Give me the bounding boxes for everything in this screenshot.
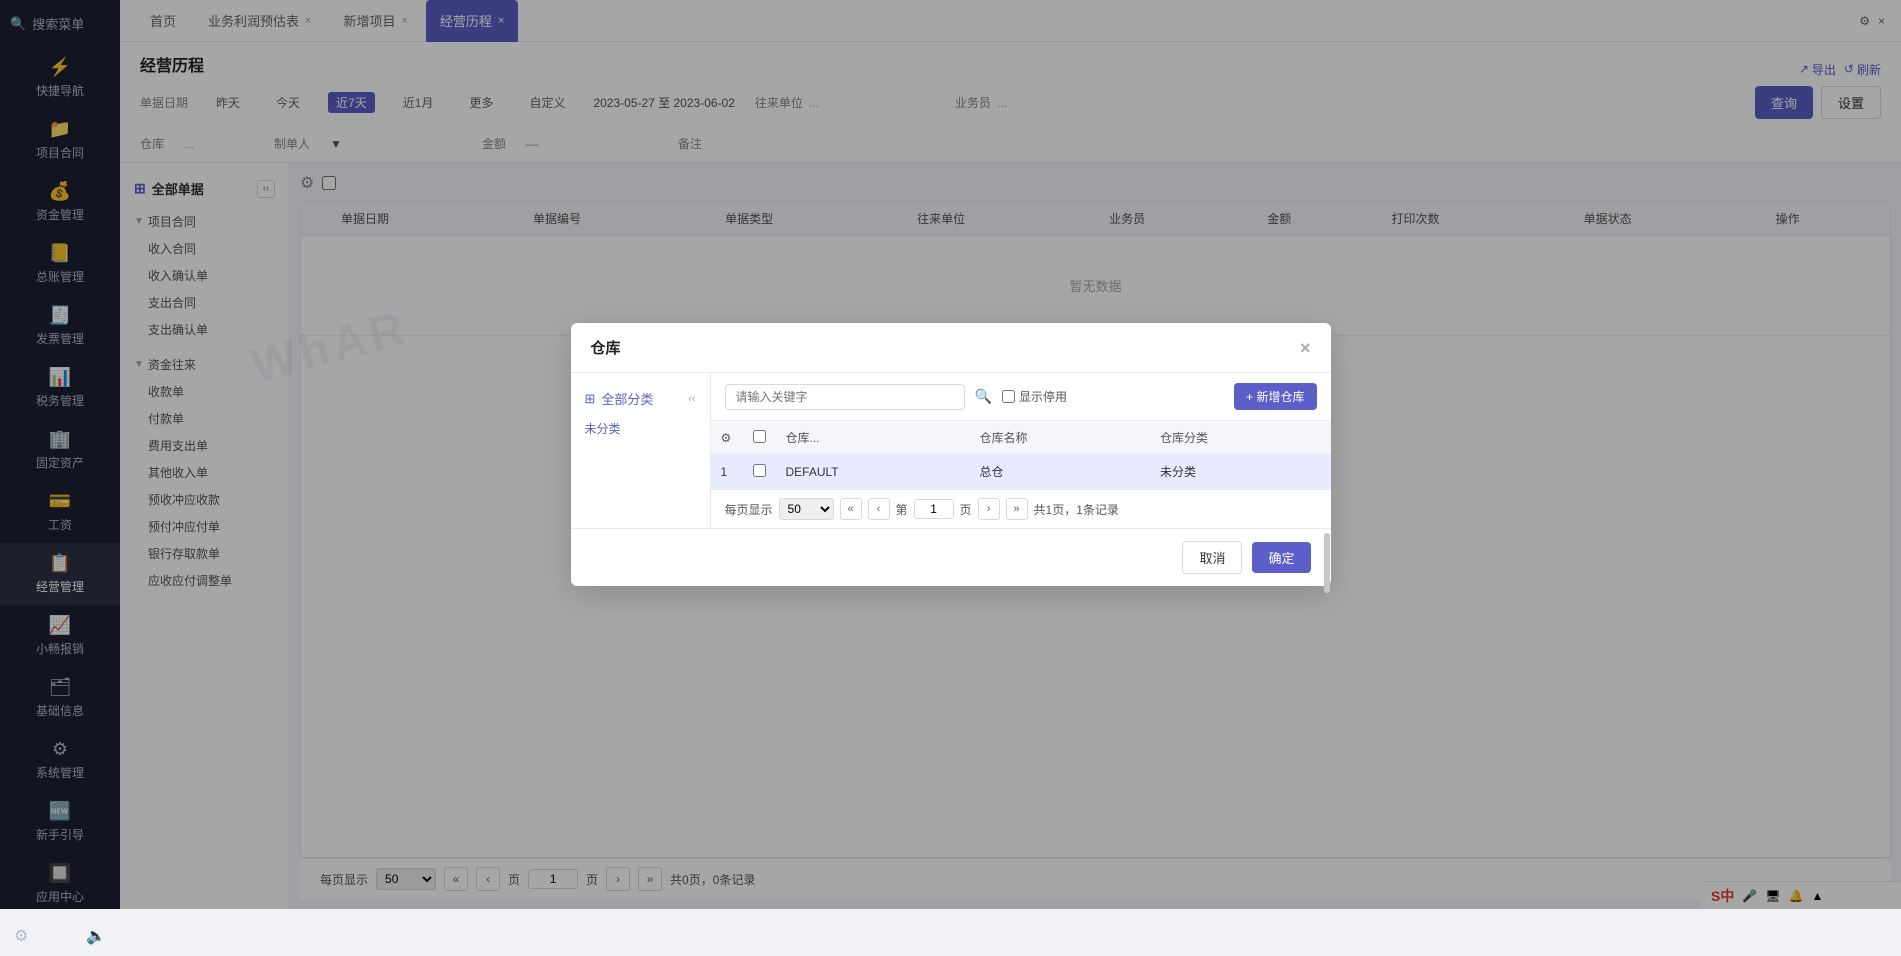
modal-overlay: 仓库 × ⊞ 全部分类 ‹‹ 未分类	[0, 0, 1901, 909]
modal-confirm-btn[interactable]: 确定	[1252, 542, 1310, 573]
modal-show-disabled-label[interactable]: 显示停用	[1002, 388, 1067, 405]
modal-per-page-select[interactable]: 50	[779, 498, 834, 520]
warehouse-modal: 仓库 × ⊞ 全部分类 ‹‹ 未分类	[571, 323, 1331, 586]
grid-icon-modal: ⊞	[585, 391, 596, 407]
modal-row-code: DEFAULT	[776, 455, 970, 489]
modal-right-panel: 🔍 显示停用 + 新增仓库 ⚙ 仓库...	[711, 373, 1331, 528]
modal-row-num: 1	[711, 455, 743, 489]
modal-page-input[interactable]	[914, 499, 954, 519]
modal-category-collapse-btn[interactable]: ‹‹	[688, 393, 695, 405]
modal-category-all-label: 全部分类	[601, 389, 653, 408]
modal-pagination: 每页显示 50 « ‹ 第 页 › » 共1页，1条记录	[711, 489, 1331, 528]
modal-close-btn[interactable]: ×	[1300, 339, 1311, 357]
modal-search-icon[interactable]: 🔍	[975, 388, 992, 405]
modal-header: 仓库 ×	[571, 323, 1331, 373]
modal-row-checkbox[interactable]	[753, 464, 766, 477]
modal-row-name: 总仓	[970, 455, 1150, 489]
modal-per-page-label: 每页显示	[725, 501, 773, 518]
sidebar-bottom: ⚙ 🔈	[0, 915, 120, 956]
modal-table-wrap: ⚙ 仓库... 仓库名称 仓库分类 1 DEFAULT	[711, 421, 1331, 489]
modal-col-code[interactable]: 仓库...	[776, 421, 970, 455]
modal-body: ⊞ 全部分类 ‹‹ 未分类 🔍 显示停用	[571, 373, 1331, 528]
modal-table-body: 1 DEFAULT 总仓 未分类	[711, 455, 1331, 489]
settings-icon[interactable]: ⚙	[14, 926, 28, 946]
modal-category-all[interactable]: ⊞ 全部分类 ‹‹	[571, 383, 710, 414]
modal-col-settings: ⚙	[711, 421, 743, 455]
modal-left-panel: ⊞ 全部分类 ‹‹ 未分类	[571, 373, 711, 528]
modal-category-unclassified[interactable]: 未分类	[571, 414, 710, 443]
modal-page-label: 第	[896, 501, 908, 518]
modal-table-header: ⚙ 仓库... 仓库名称 仓库分类	[711, 421, 1331, 455]
modal-last-page-btn[interactable]: »	[1006, 498, 1028, 520]
add-warehouse-btn[interactable]: + 新增仓库	[1234, 383, 1316, 410]
modal-table-row[interactable]: 1 DEFAULT 总仓 未分类	[711, 455, 1331, 489]
modal-search-input[interactable]	[725, 384, 965, 410]
modal-row-category: 未分类	[1150, 455, 1331, 489]
modal-col-name[interactable]: 仓库名称	[970, 421, 1150, 455]
modal-footer: 取消 确定	[571, 528, 1331, 586]
modal-prev-page-btn[interactable]: ‹	[868, 498, 890, 520]
modal-title: 仓库	[591, 337, 621, 358]
modal-col-check	[743, 421, 776, 455]
modal-col-category[interactable]: 仓库分类	[1150, 421, 1331, 455]
modal-cancel-btn[interactable]: 取消	[1182, 541, 1242, 574]
modal-toolbar: 🔍 显示停用 + 新增仓库	[711, 373, 1331, 421]
modal-page-suffix: 页	[960, 501, 972, 518]
modal-select-all[interactable]	[753, 430, 766, 443]
modal-total-text: 共1页，1条记录	[1034, 501, 1119, 518]
modal-table: ⚙ 仓库... 仓库名称 仓库分类 1 DEFAULT	[711, 421, 1331, 489]
volume-icon[interactable]: 🔈	[86, 926, 106, 946]
modal-next-page-btn[interactable]: ›	[978, 498, 1000, 520]
modal-row-check[interactable]	[743, 455, 776, 489]
show-disabled-checkbox[interactable]	[1002, 390, 1015, 403]
modal-first-page-btn[interactable]: «	[840, 498, 862, 520]
